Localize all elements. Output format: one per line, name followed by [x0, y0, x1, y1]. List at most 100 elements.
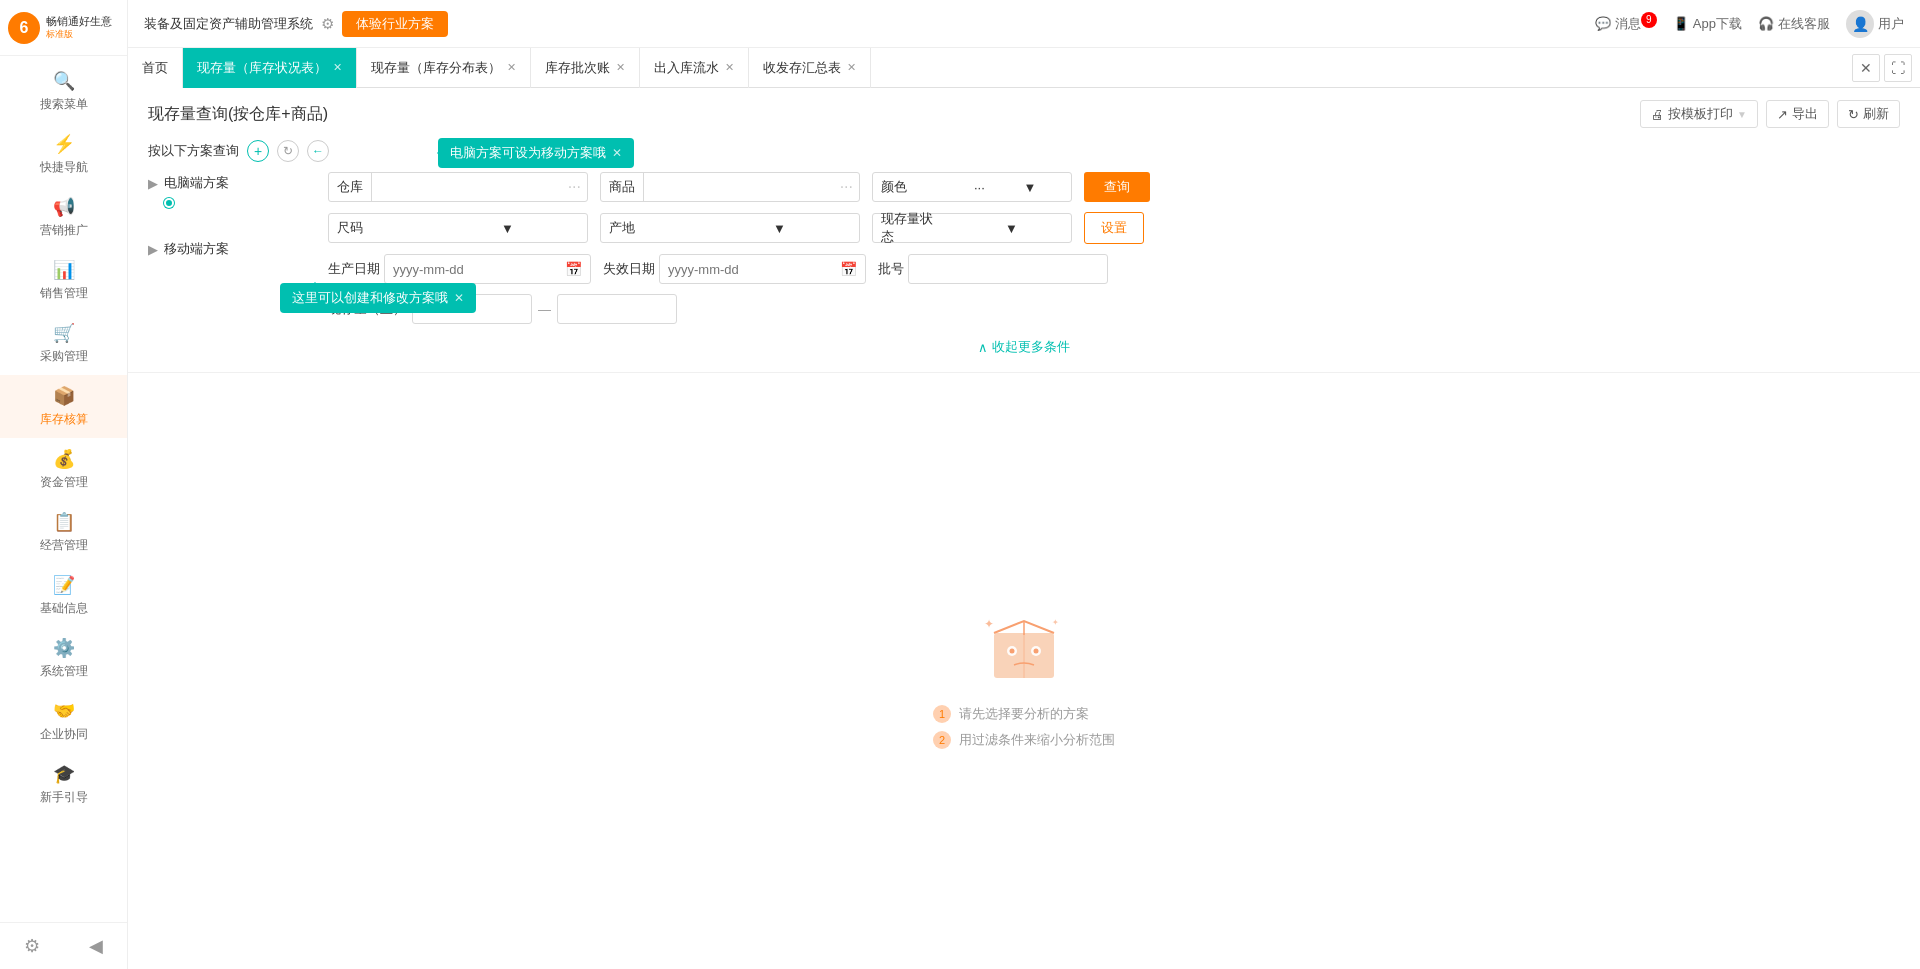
tab-inventory-status[interactable]: 现存量（库存状况表） ✕	[183, 48, 357, 88]
collapse-sidebar-icon[interactable]: ◀	[89, 935, 103, 957]
sidebar-item-marketing[interactable]: 📢 营销推广	[0, 186, 127, 249]
sidebar-item-label: 快捷导航	[40, 159, 88, 176]
sidebar-item-operations[interactable]: 📋 经营管理	[0, 501, 127, 564]
origin-select[interactable]: 产地 ▼	[600, 213, 860, 243]
mobile-scheme-label[interactable]: 移动端方案	[164, 240, 229, 258]
tab-inout-flow[interactable]: 出入库流水 ✕	[640, 48, 749, 88]
svg-text:✦: ✦	[984, 617, 994, 631]
header-gear-icon[interactable]: ⚙	[321, 15, 334, 33]
calendar-icon[interactable]: 📅	[565, 261, 582, 277]
origin-dropdown-icon: ▼	[773, 221, 851, 236]
search-icon: 🔍	[53, 70, 75, 92]
produce-date-input[interactable]: 📅	[384, 254, 591, 284]
sidebar-item-label: 经营管理	[40, 537, 88, 554]
messages-button[interactable]: 💬 消息 9	[1595, 15, 1657, 33]
stock-status-select[interactable]: 现存量状态 ▼	[872, 213, 1072, 243]
produce-date-group: 生产日期 📅	[328, 254, 591, 284]
app-logo: 6 畅销通好生意 标准版	[0, 0, 127, 56]
tooltip-close2-button[interactable]: ✕	[454, 291, 464, 305]
sidebar-item-quick-nav[interactable]: ⚡ 快捷导航	[0, 123, 127, 186]
tab-label: 库存批次账	[545, 59, 610, 77]
arrow-scheme-button[interactable]: ←	[307, 140, 329, 162]
add-scheme-button[interactable]: +	[247, 140, 269, 162]
tab-close-all-button[interactable]: ✕	[1852, 54, 1880, 82]
refresh-scheme-button[interactable]: ↻	[277, 140, 299, 162]
tab-expand-button[interactable]: ⛶	[1884, 54, 1912, 82]
money-icon: 💰	[53, 448, 75, 470]
svg-text:✦: ✦	[1052, 618, 1059, 627]
sidebar-item-label: 系统管理	[40, 663, 88, 680]
expire-date-field[interactable]	[668, 262, 836, 277]
export-button[interactable]: ↗ 导出	[1766, 100, 1829, 128]
sidebar-item-basic-info[interactable]: 📝 基础信息	[0, 564, 127, 627]
color-label: 颜色	[881, 178, 921, 196]
tooltip-close-button[interactable]: ✕	[612, 146, 622, 160]
tooltip-bubble-create: 这里可以创建和修改方案哦 ✕	[280, 283, 476, 313]
sidebar-item-purchase[interactable]: 🛒 采购管理	[0, 312, 127, 375]
tab-close-icon[interactable]: ✕	[507, 61, 516, 74]
user-avatar: 👤	[1846, 10, 1874, 38]
chart-icon: 📊	[53, 259, 75, 281]
expire-date-input[interactable]: 📅	[659, 254, 866, 284]
warehouse-label: 仓库	[329, 173, 372, 201]
sidebar-item-finance[interactable]: 💰 资金管理	[0, 438, 127, 501]
goods-field-group: 商品 ···	[600, 172, 860, 202]
reset-button[interactable]: 设置	[1084, 212, 1144, 244]
goods-dots-icon[interactable]: ···	[834, 178, 859, 196]
tab-inventory-dist[interactable]: 现存量（库存分布表） ✕	[357, 48, 531, 88]
tab-home[interactable]: 首页	[128, 48, 183, 88]
sidebar-item-system[interactable]: ⚙️ 系统管理	[0, 627, 127, 690]
color-select[interactable]: 颜色 ··· ▼	[872, 172, 1072, 202]
settings-icon: ⚙️	[53, 637, 75, 659]
collapse-bar[interactable]: ∧ 收起更多条件	[148, 330, 1900, 360]
online-support-label: 在线客服	[1778, 15, 1830, 33]
online-support-button[interactable]: 🎧 在线客服	[1758, 15, 1830, 33]
pc-scheme-label[interactable]: 电脑端方案	[164, 174, 229, 192]
tab-close-icon[interactable]: ✕	[333, 61, 342, 74]
tab-batch-ledger[interactable]: 库存批次账 ✕	[531, 48, 640, 88]
tooltip-create-scheme: 这里可以创建和修改方案哦 ✕	[280, 283, 476, 313]
print-button[interactable]: 🖨 按模板打印 ▼	[1640, 100, 1758, 128]
sidebar-item-cooperation[interactable]: 🤝 企业协同	[0, 690, 127, 753]
search-button[interactable]: 查询	[1084, 172, 1150, 202]
stock-range-dash: —	[538, 302, 551, 317]
warehouse-dots-icon[interactable]: ···	[562, 178, 587, 196]
sidebar-item-label: 营销推广	[40, 222, 88, 239]
connector-area	[164, 198, 320, 208]
refresh-button[interactable]: ↻ 刷新	[1837, 100, 1900, 128]
tab-label: 现存量（库存分布表）	[371, 59, 501, 77]
batch-input[interactable]	[908, 254, 1108, 284]
filter-fields: 仓库 ··· 商品 ···	[328, 172, 1900, 330]
tooltip-bubble-pc: 电脑方案可设为移动方案哦 ✕	[438, 138, 634, 168]
warehouse-input[interactable]	[372, 173, 562, 201]
goods-input[interactable]	[644, 173, 834, 201]
industry-plan-button[interactable]: 体验行业方案	[342, 11, 448, 37]
sidebar-item-label: 搜索菜单	[40, 96, 88, 113]
size-select[interactable]: 尺码 ▼	[328, 213, 588, 243]
user-menu[interactable]: 👤 用户	[1846, 10, 1904, 38]
step-1-text: 请先选择要分析的方案	[959, 705, 1089, 723]
sidebar-item-inventory[interactable]: 📦 库存核算	[0, 375, 127, 438]
step-2-text: 用过滤条件来缩小分析范围	[959, 731, 1115, 749]
tab-close-icon[interactable]: ✕	[616, 61, 625, 74]
tab-close-icon[interactable]: ✕	[847, 61, 856, 74]
empty-steps: 1 请先选择要分析的方案 2 用过滤条件来缩小分析范围	[933, 705, 1115, 749]
expand-mobile-icon[interactable]: ▶	[148, 242, 158, 257]
sidebar-item-sales[interactable]: 📊 销售管理	[0, 249, 127, 312]
box-icon: 📦	[53, 385, 75, 407]
megaphone-icon: 📢	[53, 196, 75, 218]
print-icon: 🖨	[1651, 107, 1664, 122]
produce-date-field[interactable]	[393, 262, 561, 277]
empty-step-2: 2 用过滤条件来缩小分析范围	[933, 731, 1115, 749]
expand-icon[interactable]: ▶	[148, 176, 158, 191]
stock-max-input[interactable]	[557, 294, 677, 324]
tab-summary[interactable]: 收发存汇总表 ✕	[749, 48, 871, 88]
sidebar-item-guide[interactable]: 🎓 新手引导	[0, 753, 127, 816]
sidebar-item-search[interactable]: 🔍 搜索菜单	[0, 60, 127, 123]
app-download-button[interactable]: 📱 App下载	[1673, 15, 1742, 33]
lightning-icon: ⚡	[53, 133, 75, 155]
settings-bottom-icon[interactable]: ⚙	[24, 935, 40, 957]
svg-point-4	[1010, 649, 1015, 654]
tab-close-icon[interactable]: ✕	[725, 61, 734, 74]
calendar2-icon[interactable]: 📅	[840, 261, 857, 277]
